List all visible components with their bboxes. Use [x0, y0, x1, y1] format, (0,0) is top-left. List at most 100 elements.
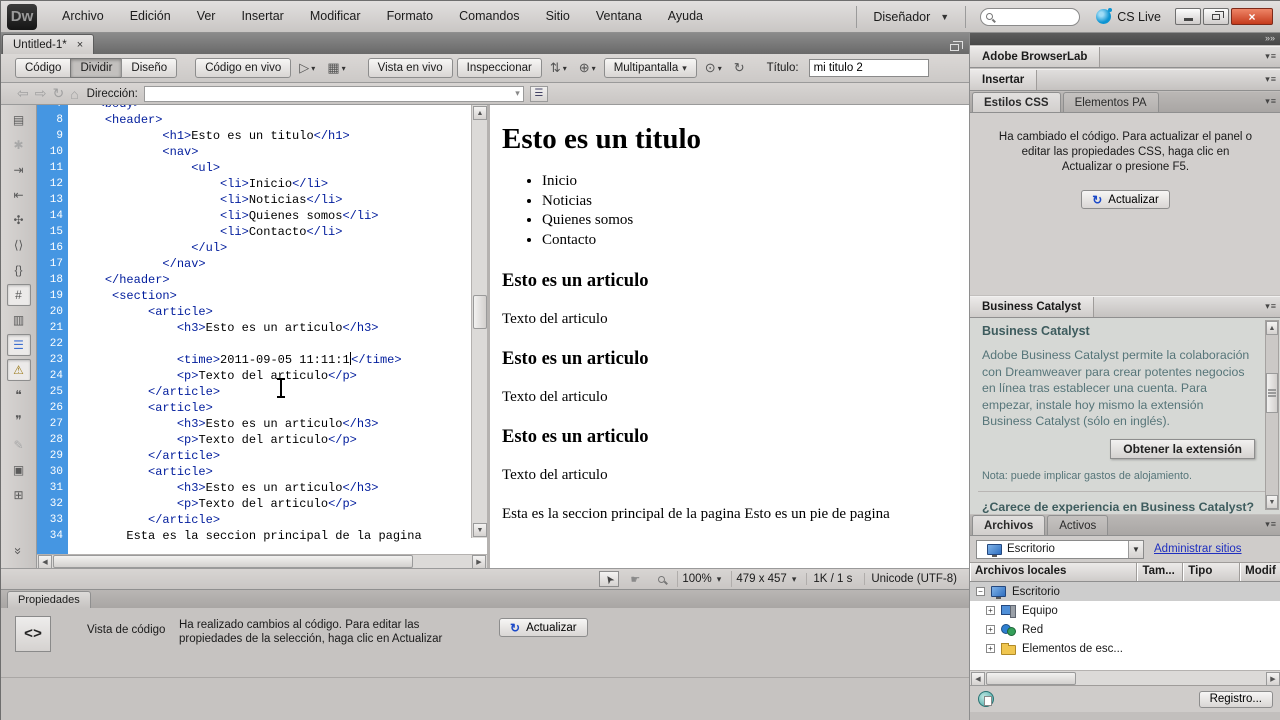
- scrollbar-thumb[interactable]: [53, 555, 413, 568]
- restore-button[interactable]: [1203, 8, 1229, 25]
- code-line[interactable]: 27 <h3>Esto es un articulo</h3>: [37, 416, 487, 432]
- search-box[interactable]: [980, 7, 1081, 26]
- search-input[interactable]: [997, 10, 1072, 23]
- scroll-up-icon[interactable]: ▲: [473, 106, 487, 120]
- scrollbar-thumb[interactable]: [986, 672, 1076, 685]
- insert-panel-header[interactable]: Insertar ≡: [970, 69, 1280, 91]
- code-view-button[interactable]: Código: [15, 58, 72, 78]
- code-line[interactable]: 28 <p>Texto del articulo</p>: [37, 432, 487, 448]
- tree-expander-icon[interactable]: +: [986, 606, 995, 615]
- panel-menu-icon[interactable]: ≡: [1265, 51, 1276, 62]
- code-line[interactable]: 9 <h1>Esto es un titulo</h1>: [37, 128, 487, 144]
- code-lines[interactable]: 7 <body>8 <header>9 <h1>Esto es un titul…: [37, 105, 487, 544]
- design-view-button[interactable]: Diseño: [121, 58, 178, 78]
- refresh-icon[interactable]: ↻: [730, 58, 749, 78]
- collapse-panels-icon[interactable]: »»: [970, 33, 1280, 45]
- panel-menu-icon[interactable]: ≡: [1265, 74, 1276, 85]
- properties-tab[interactable]: Propiedades: [7, 591, 91, 608]
- view-options-icon[interactable]: ☰: [529, 85, 548, 102]
- hand-tool-icon[interactable]: ☛: [625, 571, 645, 587]
- site-select[interactable]: Escritorio ▼: [976, 539, 1144, 559]
- code-line[interactable]: 21 <h3>Esto es un articulo</h3>: [37, 320, 487, 336]
- properties-update-button[interactable]: ↻ Actualizar: [499, 618, 588, 637]
- expand-all-icon[interactable]: ✣: [7, 209, 31, 231]
- code-line[interactable]: 22: [37, 336, 487, 352]
- tab-css-1[interactable]: Elementos PA: [1062, 92, 1159, 112]
- scrollbar-thumb[interactable]: [473, 295, 487, 329]
- tree-row[interactable]: + Equipo: [970, 601, 1280, 620]
- back-icon[interactable]: ⇦: [17, 85, 29, 102]
- document-title-input[interactable]: [808, 59, 929, 77]
- tree-expander-icon[interactable]: +: [986, 644, 995, 653]
- select-tool-icon[interactable]: ➤: [599, 571, 620, 587]
- close-button[interactable]: ×: [1231, 8, 1273, 25]
- files-tree[interactable]: − Escritorio + Equipo + Red + Elementos …: [970, 582, 1280, 670]
- multiscreen-button[interactable]: Multipantalla ▾: [603, 58, 697, 78]
- code-navigator-icon[interactable]: ✱: [7, 134, 31, 156]
- code-line[interactable]: 24 <p>Texto del articulo</p>: [37, 368, 487, 384]
- scrollbar-thumb[interactable]: [1266, 373, 1278, 413]
- live-view-button[interactable]: Vista en vivo: [367, 58, 453, 78]
- open-documents-icon[interactable]: ▤: [7, 109, 31, 131]
- split-view-button[interactable]: Dividir: [70, 58, 123, 78]
- code-horizontal-scrollbar[interactable]: ◀ ▶: [37, 554, 487, 569]
- code-line[interactable]: 20 <article>: [37, 304, 487, 320]
- cascade-windows-icon[interactable]: [950, 41, 963, 51]
- log-icon[interactable]: [978, 691, 994, 707]
- code-line[interactable]: 16 </ul>: [37, 240, 487, 256]
- code-line[interactable]: 29 </article>: [37, 448, 487, 464]
- scroll-down-icon[interactable]: ▼: [1266, 495, 1278, 509]
- file-transfer-icon[interactable]: ⇅ ▾: [546, 58, 571, 78]
- document-tab[interactable]: Untitled-1* ×: [2, 34, 95, 54]
- move-code-icon[interactable]: ⊞: [7, 484, 31, 506]
- menu-edición[interactable]: Edición: [117, 1, 184, 32]
- code-line[interactable]: 15 <li>Contacto</li>: [37, 224, 487, 240]
- tree-row[interactable]: + Red: [970, 620, 1280, 639]
- live-code-button[interactable]: Código en vivo: [195, 58, 292, 78]
- wrap-tag-icon[interactable]: ✎: [7, 434, 31, 456]
- code-line[interactable]: 23 <time>2011-09-05 11:11:1 </time>: [37, 352, 487, 368]
- code-line[interactable]: 32 <p>Texto del articulo</p>: [37, 496, 487, 512]
- tab-css-0[interactable]: Estilos CSS: [972, 92, 1061, 112]
- highlight-invalid-code-icon[interactable]: ▥: [7, 309, 31, 331]
- scroll-down-icon[interactable]: ▼: [473, 523, 487, 537]
- menu-ver[interactable]: Ver: [184, 1, 229, 32]
- code-view-pane[interactable]: 7 <body>8 <header>9 <h1>Esto es un titul…: [37, 105, 487, 554]
- file-management-icon[interactable]: ▦ ▾: [323, 58, 349, 78]
- tab-files-1[interactable]: Activos: [1047, 515, 1109, 535]
- address-combo[interactable]: ▾: [143, 85, 524, 102]
- log-button[interactable]: Registro...: [1198, 690, 1273, 708]
- scroll-left-icon[interactable]: ◀: [971, 672, 985, 686]
- collapse-selection-icon[interactable]: ⇤: [7, 184, 31, 206]
- apply-comment-icon[interactable]: ❝: [7, 384, 31, 406]
- live-code-nav-icon[interactable]: ▷ ▾: [295, 58, 319, 78]
- code-line[interactable]: 33 </article>: [37, 512, 487, 528]
- code-line[interactable]: 30 <article>: [37, 464, 487, 480]
- column-header-1[interactable]: Tam...: [1137, 563, 1184, 581]
- visual-aids-icon[interactable]: ⊙ ▾: [701, 58, 726, 78]
- inspect-button[interactable]: Inspeccionar: [456, 58, 542, 78]
- info-bar-icon[interactable]: ☰: [6, 334, 31, 356]
- preview-browser-icon[interactable]: ⊕ ▾: [575, 58, 600, 78]
- code-line[interactable]: 26 <article>: [37, 400, 487, 416]
- tab-close-icon[interactable]: ×: [77, 39, 83, 51]
- menu-formato[interactable]: Formato: [374, 1, 447, 32]
- scroll-left-icon[interactable]: ◀: [38, 555, 52, 569]
- balance-braces-icon[interactable]: {}: [7, 259, 31, 281]
- home-icon[interactable]: ⌂: [70, 86, 78, 102]
- column-header-0[interactable]: Archivos locales: [970, 563, 1138, 581]
- panel-menu-icon[interactable]: ≡: [1265, 301, 1276, 312]
- menu-ventana[interactable]: Ventana: [583, 1, 655, 32]
- format-source-chevron-icon[interactable]: »: [8, 539, 30, 563]
- menu-sitio[interactable]: Sitio: [533, 1, 583, 32]
- code-line[interactable]: 7 <body>: [37, 105, 487, 112]
- menu-insertar[interactable]: Insertar: [228, 1, 296, 32]
- syntax-error-alerts-icon[interactable]: ⚠: [6, 359, 31, 381]
- code-line[interactable]: 31 <h3>Esto es un articulo</h3>: [37, 480, 487, 496]
- code-line[interactable]: 11 <ul>: [37, 160, 487, 176]
- tab-files-0[interactable]: Archivos: [972, 515, 1046, 535]
- code-line[interactable]: 14 <li>Quienes somos</li>: [37, 208, 487, 224]
- business-catalyst-tab[interactable]: Business Catalyst: [970, 297, 1095, 317]
- cs-live-button[interactable]: CS Live: [1096, 8, 1161, 24]
- code-line[interactable]: 18 </header>: [37, 272, 487, 288]
